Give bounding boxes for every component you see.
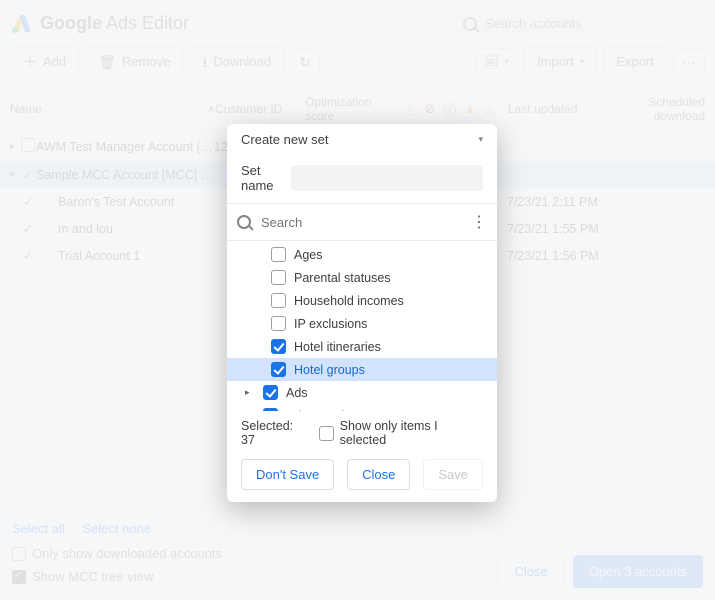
history-icon: ↻ bbox=[299, 55, 311, 69]
expand-caret[interactable]: ▾ bbox=[10, 169, 20, 180]
create-set-dialog: Create new set ▾ Set name ⋮ Ages Parental… bbox=[227, 124, 497, 502]
tree-item[interactable]: IP exclusions bbox=[227, 312, 497, 335]
dialog-search-input[interactable] bbox=[259, 214, 463, 231]
info-circle-icon: ⓘ bbox=[440, 100, 460, 119]
tree-item[interactable]: Parental statuses bbox=[227, 266, 497, 289]
tree-item[interactable]: Hotel itineraries bbox=[227, 335, 497, 358]
account-name: Baron's Test Account bbox=[58, 195, 214, 209]
col-scheduled-download[interactable]: Scheduled download bbox=[600, 95, 705, 123]
tree-item-label: Household incomes bbox=[294, 294, 404, 308]
col-name[interactable]: Name∧ bbox=[10, 102, 215, 116]
remove-button[interactable]: 🗑Remove bbox=[85, 47, 183, 76]
checkmark-icon: ✓ bbox=[23, 249, 33, 263]
chevron-down-icon: ▾ bbox=[478, 134, 483, 145]
more-vert-icon[interactable]: ⋮ bbox=[471, 212, 487, 232]
tree-checkbox[interactable] bbox=[271, 362, 286, 377]
search-icon bbox=[237, 215, 251, 229]
tree-item-label: Ages bbox=[294, 248, 323, 262]
tree-item-label: Parental statuses bbox=[294, 271, 391, 285]
copy-menu-button[interactable]: 🗐 ▾ bbox=[476, 48, 519, 76]
more-button[interactable]: ⋯ bbox=[673, 48, 705, 76]
tree-item[interactable]: ▸ Ads bbox=[227, 381, 497, 404]
selected-count: Selected: 37 bbox=[241, 419, 309, 447]
set-name-input[interactable] bbox=[291, 165, 483, 191]
dont-save-button[interactable]: Don't Save bbox=[241, 459, 334, 490]
save-button: Save bbox=[423, 459, 483, 490]
tree-item[interactable]: Hotel groups bbox=[227, 358, 497, 381]
app-title: Google Ads Editor bbox=[40, 13, 189, 34]
checkmark-icon: ✓ bbox=[23, 195, 33, 209]
plus-icon: ＋ bbox=[23, 55, 37, 69]
sort-asc-icon: ∧ bbox=[208, 104, 215, 115]
copy-icon: 🗐 bbox=[485, 55, 499, 69]
error-circle-icon: ⊘ bbox=[420, 101, 440, 117]
warning-solid-icon: ▲ bbox=[460, 102, 480, 116]
warning-outline-icon: △ bbox=[480, 102, 500, 116]
col-customer-id[interactable]: Customer ID bbox=[215, 102, 305, 116]
row-checkbox[interactable] bbox=[21, 138, 35, 152]
tree-checkbox[interactable] bbox=[271, 316, 286, 331]
show-only-selected-checkbox[interactable]: Show only items I selected bbox=[319, 419, 483, 447]
last-updated: 7/23/21 2:11 PM bbox=[499, 195, 599, 209]
checkmark-icon: ✓ bbox=[23, 222, 33, 236]
create-new-set-select[interactable]: Create new set ▾ bbox=[227, 124, 497, 155]
set-name-label: Set name bbox=[241, 163, 291, 193]
chevron-down-icon: ▾ bbox=[505, 56, 510, 67]
dialog-close-button[interactable]: Close bbox=[347, 459, 410, 490]
tree-checkbox[interactable] bbox=[263, 385, 278, 400]
warning-triangle-icon: △ bbox=[400, 102, 420, 116]
select-none-link[interactable]: Select none bbox=[82, 521, 151, 536]
last-updated: 7/23/21 1:56 PM bbox=[499, 249, 599, 263]
google-ads-logo bbox=[12, 14, 32, 34]
download-button[interactable]: ⭳Download bbox=[189, 47, 284, 76]
col-last-updated[interactable]: Last updated bbox=[500, 102, 600, 116]
tree-item[interactable]: Ages bbox=[227, 243, 497, 266]
tree-item-label: Hotel groups bbox=[294, 363, 365, 377]
more-icon: ⋯ bbox=[682, 55, 696, 69]
checkmark-icon: ✓ bbox=[23, 168, 33, 182]
tree-item[interactable]: Ad extensions bbox=[227, 404, 497, 411]
select-all-link[interactable]: Select all bbox=[12, 521, 65, 536]
history-button[interactable]: ↻ bbox=[290, 48, 320, 76]
trash-icon: 🗑 bbox=[98, 55, 116, 69]
tree-checkbox[interactable] bbox=[263, 408, 278, 411]
import-button[interactable]: Import ▾ bbox=[524, 47, 597, 76]
expand-caret[interactable]: ▸ bbox=[10, 141, 20, 152]
download-icon: ⭳ bbox=[202, 55, 207, 69]
account-name: Trial Account 1 bbox=[58, 249, 214, 263]
tree-checkbox[interactable] bbox=[271, 339, 286, 354]
tree-item[interactable]: Household incomes bbox=[227, 289, 497, 312]
search-icon bbox=[463, 17, 477, 31]
tree-checkbox[interactable] bbox=[271, 293, 286, 308]
export-button[interactable]: Export bbox=[603, 47, 667, 76]
tree-checkbox[interactable] bbox=[271, 247, 286, 262]
close-button[interactable]: Close bbox=[497, 555, 564, 588]
search-placeholder: Search accounts bbox=[485, 16, 582, 31]
tree-item-label: Hotel itineraries bbox=[294, 340, 381, 354]
col-optimization[interactable]: Optimization score bbox=[305, 95, 400, 123]
add-button[interactable]: ＋Add bbox=[10, 47, 79, 76]
open-accounts-button[interactable]: Open 3 accounts bbox=[573, 555, 703, 588]
account-name: Sample MCC Account [MCC] (3/3) bbox=[36, 168, 214, 182]
tree-item-label: IP exclusions bbox=[294, 317, 367, 331]
chevron-down-icon: ▾ bbox=[580, 56, 585, 67]
tree-item-label: Ads bbox=[286, 386, 308, 400]
tree-item-label: Ad extensions bbox=[286, 409, 365, 412]
expand-caret[interactable]: ▸ bbox=[245, 387, 255, 398]
account-name: m and lou bbox=[58, 222, 214, 236]
tree-checkbox[interactable] bbox=[271, 270, 286, 285]
last-updated: 7/23/21 1:55 PM bbox=[499, 222, 599, 236]
search-accounts-input[interactable]: Search accounts bbox=[453, 10, 703, 37]
account-name: AWM Test Manager Account [MCC] (0/1) bbox=[36, 140, 214, 154]
